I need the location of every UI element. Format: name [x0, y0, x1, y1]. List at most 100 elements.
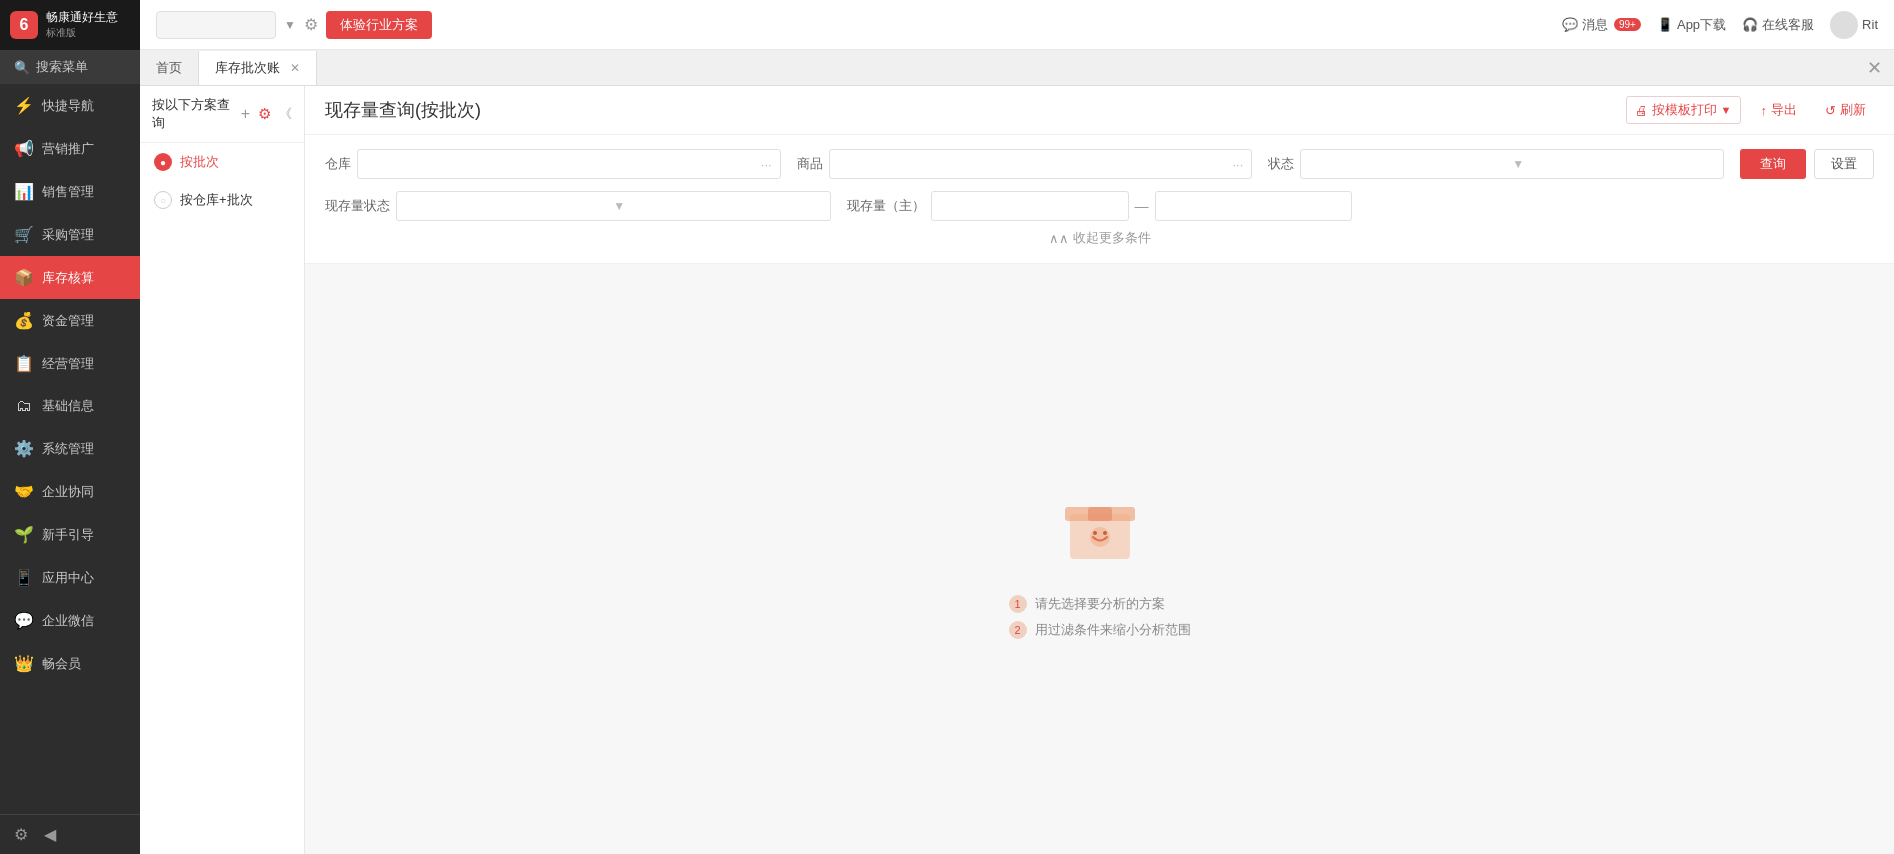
page-header-actions: 🖨 按模板打印 ▼ ↑ 导出 ↺ 刷新 [1626, 96, 1874, 124]
message-icon: 💬 [1562, 17, 1578, 32]
sidebar-item-label: 快捷导航 [42, 97, 94, 115]
sidebar-item-wechat[interactable]: 💬 企业微信 [0, 599, 140, 642]
sidebar-item-label: 营销推广 [42, 140, 94, 158]
marketing-icon: 📢 [14, 139, 34, 158]
shortcut-icon: ⚡ [14, 96, 34, 115]
scheme-header-icons: + ⚙ 《 [241, 105, 292, 123]
app-download-button[interactable]: 📱 App下载 [1657, 16, 1726, 34]
tab-home[interactable]: 首页 [140, 51, 199, 85]
svg-point-5 [1103, 531, 1107, 535]
qty-to-field[interactable] [1155, 191, 1353, 221]
filter-inventory-qty: 现存量（主） — [847, 191, 1353, 221]
print-template-button[interactable]: 🖨 按模板打印 ▼ [1626, 96, 1741, 124]
sidebar-item-guide[interactable]: 🌱 新手引导 [0, 513, 140, 556]
online-service-button[interactable]: 🎧 在线客服 [1742, 16, 1814, 34]
sidebar-item-label: 经营管理 [42, 355, 94, 373]
message-label: 消息 [1582, 16, 1608, 34]
guide-icon: 🌱 [14, 525, 34, 544]
sidebar-item-label: 应用中心 [42, 569, 94, 587]
collapse-scheme-icon[interactable]: 《 [279, 105, 292, 123]
filter-goods: 商品 ··· [797, 149, 1253, 179]
scheme-store-batch-label: 按仓库+批次 [180, 191, 253, 209]
refresh-button[interactable]: ↺ 刷新 [1817, 97, 1874, 123]
sidebar-item-sales[interactable]: 📊 销售管理 [0, 170, 140, 213]
active-tab-label: 库存批次账 [215, 59, 280, 77]
warehouse-dots-icon[interactable]: ··· [761, 157, 772, 172]
filter-row-2: 现存量状态 ▼ 现存量（主） — [325, 191, 1874, 221]
trial-button[interactable]: 体验行业方案 [326, 11, 432, 39]
online-service-label: 在线客服 [1762, 16, 1814, 34]
empty-step-2: 2 用过滤条件来缩小分析范围 [1009, 621, 1191, 639]
inventory-qty-range: — [931, 191, 1353, 221]
wechat-icon: 💬 [14, 611, 34, 630]
qty-from-field[interactable] [931, 191, 1129, 221]
inventory-status-label: 现存量状态 [325, 197, 390, 215]
tabs-close-all-button[interactable]: ✕ [1855, 57, 1894, 79]
warehouse-input[interactable] [366, 157, 761, 172]
sidebar-item-label: 企业协同 [42, 483, 94, 501]
goods-field[interactable]: ··· [829, 149, 1253, 179]
sidebar-item-system[interactable]: ⚙️ 系统管理 [0, 427, 140, 470]
print-dropdown-icon[interactable]: ▼ [1721, 104, 1732, 116]
scheme-inactive-icon: ○ [154, 191, 172, 209]
export-icon: ↑ [1761, 103, 1768, 118]
sidebar-item-basic[interactable]: 🗂 基础信息 [0, 385, 140, 427]
scheme-by-batch[interactable]: ● 按批次 [140, 143, 304, 181]
user-avatar-button[interactable]: Rit [1830, 11, 1878, 39]
collapse-more-button[interactable]: ∧∧ 收起更多条件 [325, 221, 1874, 249]
query-button[interactable]: 查询 [1740, 149, 1806, 179]
page-title: 现存量查询(按批次) [325, 98, 481, 122]
topbar-search-box [156, 11, 276, 39]
settings-button[interactable]: 设置 [1814, 149, 1874, 179]
status-select[interactable]: ▼ [1300, 149, 1724, 179]
empty-state: 1 请先选择要分析的方案 2 用过滤条件来缩小分析范围 [305, 264, 1894, 854]
svg-point-4 [1093, 531, 1097, 535]
tab-inventory-batch[interactable]: 库存批次账 ✕ [199, 51, 317, 85]
sidebar-item-finance[interactable]: 💰 资金管理 [0, 299, 140, 342]
main-area: ▼ ⚙ 体验行业方案 💬 消息 99+ 📱 App下载 🎧 在线客服 Rit [140, 0, 1894, 854]
sales-icon: 📊 [14, 182, 34, 201]
sidebar-item-purchase[interactable]: 🛒 采购管理 [0, 213, 140, 256]
goods-input[interactable] [838, 157, 1233, 172]
sidebar-item-inventory[interactable]: 📦 库存核算 [0, 256, 140, 299]
topbar-right: 💬 消息 99+ 📱 App下载 🎧 在线客服 Rit [1562, 11, 1878, 39]
sidebar-item-collab[interactable]: 🤝 企业协同 [0, 470, 140, 513]
refresh-icon: ↺ [1825, 103, 1836, 118]
step-num-2: 2 [1009, 621, 1027, 639]
topbar-dropdown-arrow-icon[interactable]: ▼ [284, 18, 296, 32]
sidebar-item-member[interactable]: 👑 畅会员 [0, 642, 140, 685]
scheme-by-store-batch[interactable]: ○ 按仓库+批次 [140, 181, 304, 219]
step-2-label: 用过滤条件来缩小分析范围 [1035, 621, 1191, 639]
settings-scheme-icon[interactable]: ⚙ [258, 105, 271, 123]
message-badge: 99+ [1614, 18, 1641, 31]
sidebar-footer: ⚙ ◀ [0, 814, 140, 854]
warehouse-label: 仓库 [325, 155, 351, 173]
qty-from-input[interactable] [940, 199, 1120, 214]
footer-settings-icon[interactable]: ⚙ [14, 825, 28, 844]
sidebar-item-apps[interactable]: 📱 应用中心 [0, 556, 140, 599]
sidebar-item-label: 系统管理 [42, 440, 94, 458]
company-name: 畅康通好生意 [46, 10, 118, 26]
sidebar-item-label: 销售管理 [42, 183, 94, 201]
sidebar-item-ops[interactable]: 📋 经营管理 [0, 342, 140, 385]
sidebar-item-label: 库存核算 [42, 269, 94, 287]
sidebar-item-marketing[interactable]: 📢 营销推广 [0, 127, 140, 170]
qty-to-input[interactable] [1164, 199, 1344, 214]
goods-dots-icon[interactable]: ··· [1233, 157, 1244, 172]
topbar-left: ▼ ⚙ 体验行业方案 [156, 11, 1554, 39]
scheme-header-label: 按以下方案查询 [152, 96, 235, 132]
tab-close-icon[interactable]: ✕ [290, 61, 300, 75]
sidebar-item-search[interactable]: 🔍 搜索菜单 [0, 50, 140, 84]
message-button[interactable]: 💬 消息 99+ [1562, 16, 1641, 34]
sidebar-nav: 🔍 搜索菜单 ⚡ 快捷导航 📢 营销推广 📊 销售管理 🛒 采购管理 📦 库存核… [0, 50, 140, 814]
export-button[interactable]: ↑ 导出 [1753, 97, 1806, 123]
footer-collapse-icon[interactable]: ◀ [44, 825, 56, 844]
ops-icon: 📋 [14, 354, 34, 373]
sidebar-item-label: 企业微信 [42, 612, 94, 630]
warehouse-field[interactable]: ··· [357, 149, 781, 179]
topbar-gear-icon[interactable]: ⚙ [304, 15, 318, 34]
inventory-status-select[interactable]: ▼ [396, 191, 831, 221]
add-scheme-icon[interactable]: + [241, 105, 250, 123]
inventory-status-dropdown-icon: ▼ [613, 199, 821, 213]
sidebar-item-shortcut[interactable]: ⚡ 快捷导航 [0, 84, 140, 127]
